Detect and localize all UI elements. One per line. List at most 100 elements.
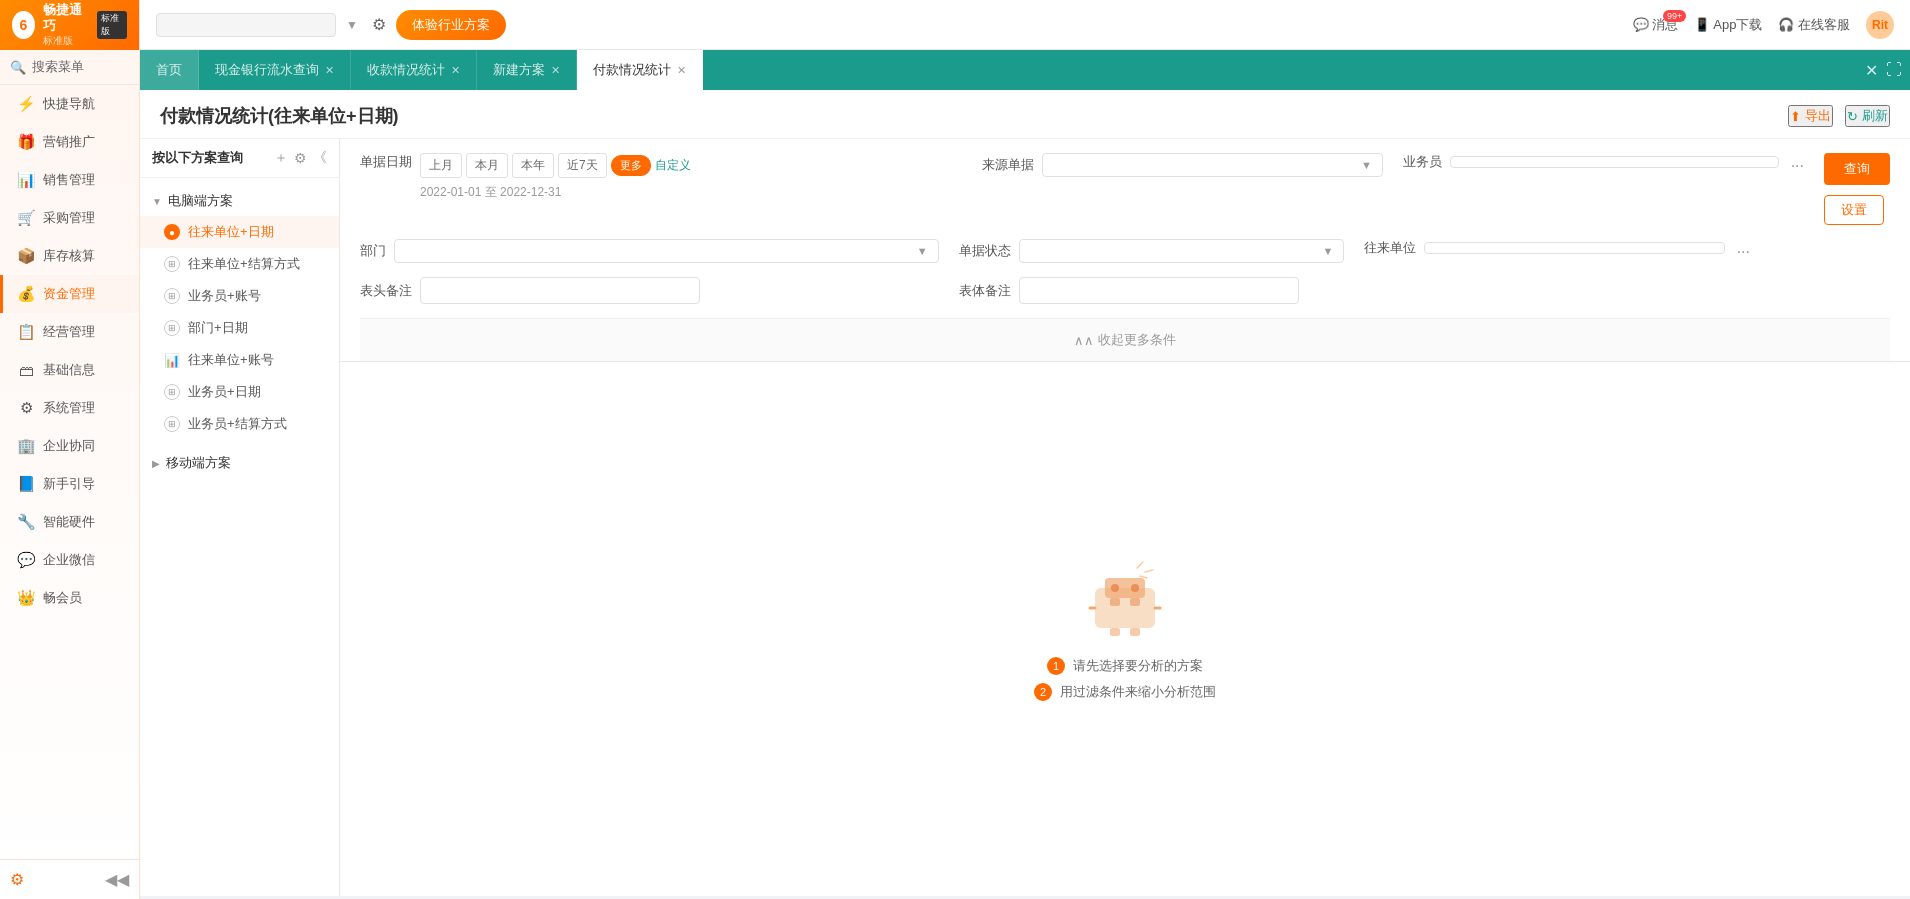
sidebar-item-member[interactable]: 👑 畅会员	[0, 579, 139, 617]
hardware-icon: 🔧	[17, 513, 35, 531]
dept-filter: 部门 ▼	[360, 239, 939, 263]
search-icon: 🔍	[10, 60, 26, 75]
address-bar[interactable]	[156, 13, 336, 37]
search-menu[interactable]: 🔍 搜索菜单	[0, 50, 139, 85]
note-header-input[interactable]	[420, 277, 700, 304]
sidebar-item-basic[interactable]: 🗃 基础信息	[0, 351, 139, 389]
tab-close-collection-stat[interactable]: ✕	[451, 64, 460, 77]
date-btn-more[interactable]: 更多	[611, 155, 651, 176]
sidebar-item-enterprise[interactable]: 🏢 企业协同	[0, 427, 139, 465]
tab-new-scheme[interactable]: 新建方案 ✕	[477, 50, 577, 90]
trial-btn[interactable]: 体验行业方案	[396, 10, 506, 40]
app-download-btn[interactable]: 📱 App下载	[1694, 16, 1762, 34]
tab-collection-stat[interactable]: 收款情况统计 ✕	[351, 50, 477, 90]
note-header-filter: 表头备注	[360, 277, 939, 304]
filter-collapse-bar: ∧∧ 收起更多条件	[360, 318, 1890, 361]
mobile-group-header[interactable]: ▶ 移动端方案	[140, 448, 339, 478]
dept-select[interactable]: ▼	[394, 239, 939, 263]
setting-btn[interactable]: 设置	[1824, 195, 1884, 225]
query-btn[interactable]: 查询	[1824, 153, 1890, 185]
scheme-item-unit-settlement[interactable]: ⊞ 往来单位+结算方式	[140, 248, 339, 280]
scheme-grid-icon: ⊞	[164, 256, 180, 272]
sidebar: 6 畅捷通巧 标准版 标准版 🔍 搜索菜单 ⚡ 快捷导航 🎁 营销推广 📊 销售…	[0, 0, 140, 899]
tab-home[interactable]: 首页	[140, 50, 199, 90]
sidebar-item-hardware[interactable]: 🔧 智能硬件	[0, 503, 139, 541]
order-status-select[interactable]: ▼	[1019, 239, 1345, 263]
sidebar-item-guide[interactable]: 📘 新手引导	[0, 465, 139, 503]
scheme-item-staff-date[interactable]: ⊞ 业务员+日期	[140, 376, 339, 408]
scheme-item-staff-account[interactable]: ⊞ 业务员+账号	[140, 280, 339, 312]
svg-point-3	[1131, 584, 1139, 592]
order-status-filter: 单据状态 ▼	[959, 239, 1345, 263]
sidebar-item-purchase[interactable]: 🛒 采购管理	[0, 199, 139, 237]
staff-select[interactable]	[1450, 156, 1779, 168]
collapse-panel-icon[interactable]: 《	[313, 149, 327, 167]
tab-close-all-icon[interactable]: ✕	[1865, 61, 1878, 80]
refresh-icon: ↻	[1847, 109, 1858, 124]
collapse-sidebar-icon[interactable]: ◀◀	[105, 870, 129, 889]
address-chevron-icon[interactable]: ▼	[346, 18, 358, 32]
date-custom-btn[interactable]: 自定义	[655, 157, 691, 174]
svg-rect-8	[1110, 628, 1120, 636]
sidebar-item-capital[interactable]: 💰 资金管理	[0, 275, 139, 313]
scheme-active-icon: ●	[164, 224, 180, 240]
tab-bank-flow[interactable]: 现金银行流水查询 ✕	[199, 50, 351, 90]
svg-rect-5	[1130, 598, 1140, 606]
scheme-grid4-icon: ⊞	[164, 384, 180, 400]
sidebar-item-wechat[interactable]: 💬 企业微信	[0, 541, 139, 579]
scheme-item-dept-date[interactable]: ⊞ 部门+日期	[140, 312, 339, 344]
scheme-item-unit-date[interactable]: ● 往来单位+日期	[140, 216, 339, 248]
counterpart-select[interactable]	[1424, 242, 1724, 254]
source-filter: 来源单据 ▼	[982, 153, 1383, 177]
tab-close-new-scheme[interactable]: ✕	[551, 64, 560, 77]
tab-payment-stat[interactable]: 付款情况统计 ✕	[577, 50, 703, 90]
tab-close-bank-flow[interactable]: ✕	[325, 64, 334, 77]
scheme-settings-icon[interactable]: ⚙	[294, 150, 307, 166]
messages-btn[interactable]: 💬 消息 99+	[1633, 16, 1679, 34]
refresh-btn[interactable]: ↻ 刷新	[1845, 105, 1890, 127]
staff-dots[interactable]: ...	[1791, 153, 1804, 171]
tip-num-2: 2	[1034, 683, 1052, 701]
topnav-gear-icon[interactable]: ⚙	[372, 15, 386, 34]
online-service-btn[interactable]: 🎧 在线客服	[1778, 16, 1850, 34]
date-btn-this-month[interactable]: 本月	[466, 153, 508, 178]
sidebar-item-operation[interactable]: 📋 经营管理	[0, 313, 139, 351]
marketing-icon: 🎁	[17, 133, 35, 151]
add-scheme-icon[interactable]: ＋	[274, 149, 288, 167]
collapse-up-icon: ∧∧	[1074, 333, 1094, 348]
enterprise-icon: 🏢	[17, 437, 35, 455]
user-avatar[interactable]: Rit	[1866, 11, 1894, 39]
page-actions: ⬆ 导出 ↻ 刷新	[1788, 105, 1890, 127]
tab-close-payment-stat[interactable]: ✕	[677, 64, 686, 77]
sidebar-item-system[interactable]: ⚙ 系统管理	[0, 389, 139, 427]
member-icon: 👑	[17, 589, 35, 607]
headset-icon: 🎧	[1778, 17, 1794, 32]
export-btn[interactable]: ⬆ 导出	[1788, 105, 1833, 127]
sidebar-item-marketing[interactable]: 🎁 营销推广	[0, 123, 139, 161]
tab-maximize-icon[interactable]: ⛶	[1886, 61, 1902, 79]
system-icon: ⚙	[17, 399, 35, 417]
date-btn-7days[interactable]: 近7天	[558, 153, 607, 178]
desktop-group-header[interactable]: ▼ 电脑端方案	[140, 186, 339, 216]
sidebar-item-inventory[interactable]: 📦 库存核算	[0, 237, 139, 275]
scheme-item-unit-account[interactable]: 📊 往来单位+账号	[140, 344, 339, 376]
counterpart-filter: 往来单位 ...	[1364, 239, 1750, 257]
scheme-item-staff-settlement[interactable]: ⊞ 业务员+结算方式	[140, 408, 339, 440]
status-chevron-icon: ▼	[1322, 245, 1333, 257]
collapse-btn[interactable]: ∧∧ 收起更多条件	[1074, 325, 1176, 355]
date-btn-last-month[interactable]: 上月	[420, 153, 462, 178]
guide-icon: 📘	[17, 475, 35, 493]
body-area: 按以下方案查询 ＋ ⚙ 《 ▼ 电脑端方案 ● 往来单位+日期	[140, 139, 1910, 896]
sidebar-item-quick-nav[interactable]: ⚡ 快捷导航	[0, 85, 139, 123]
note-body-input[interactable]	[1019, 277, 1299, 304]
date-btn-this-year[interactable]: 本年	[512, 153, 554, 178]
source-select[interactable]: ▼	[1042, 153, 1383, 177]
settings-icon[interactable]: ⚙	[10, 870, 24, 889]
tabbar: 首页 现金银行流水查询 ✕ 收款情况统计 ✕ 新建方案 ✕ 付款情况统计 ✕ ✕…	[140, 50, 1910, 90]
counterpart-dots[interactable]: ...	[1737, 239, 1750, 257]
main-content: 付款情况统计(往来单位+日期) ⬆ 导出 ↻ 刷新 按以下方案查询 ＋ ⚙ 《	[140, 90, 1910, 899]
logo-icon: 6	[12, 11, 35, 39]
quick-nav-icon: ⚡	[17, 95, 35, 113]
sidebar-item-sales[interactable]: 📊 销售管理	[0, 161, 139, 199]
svg-line-12	[1140, 576, 1147, 578]
